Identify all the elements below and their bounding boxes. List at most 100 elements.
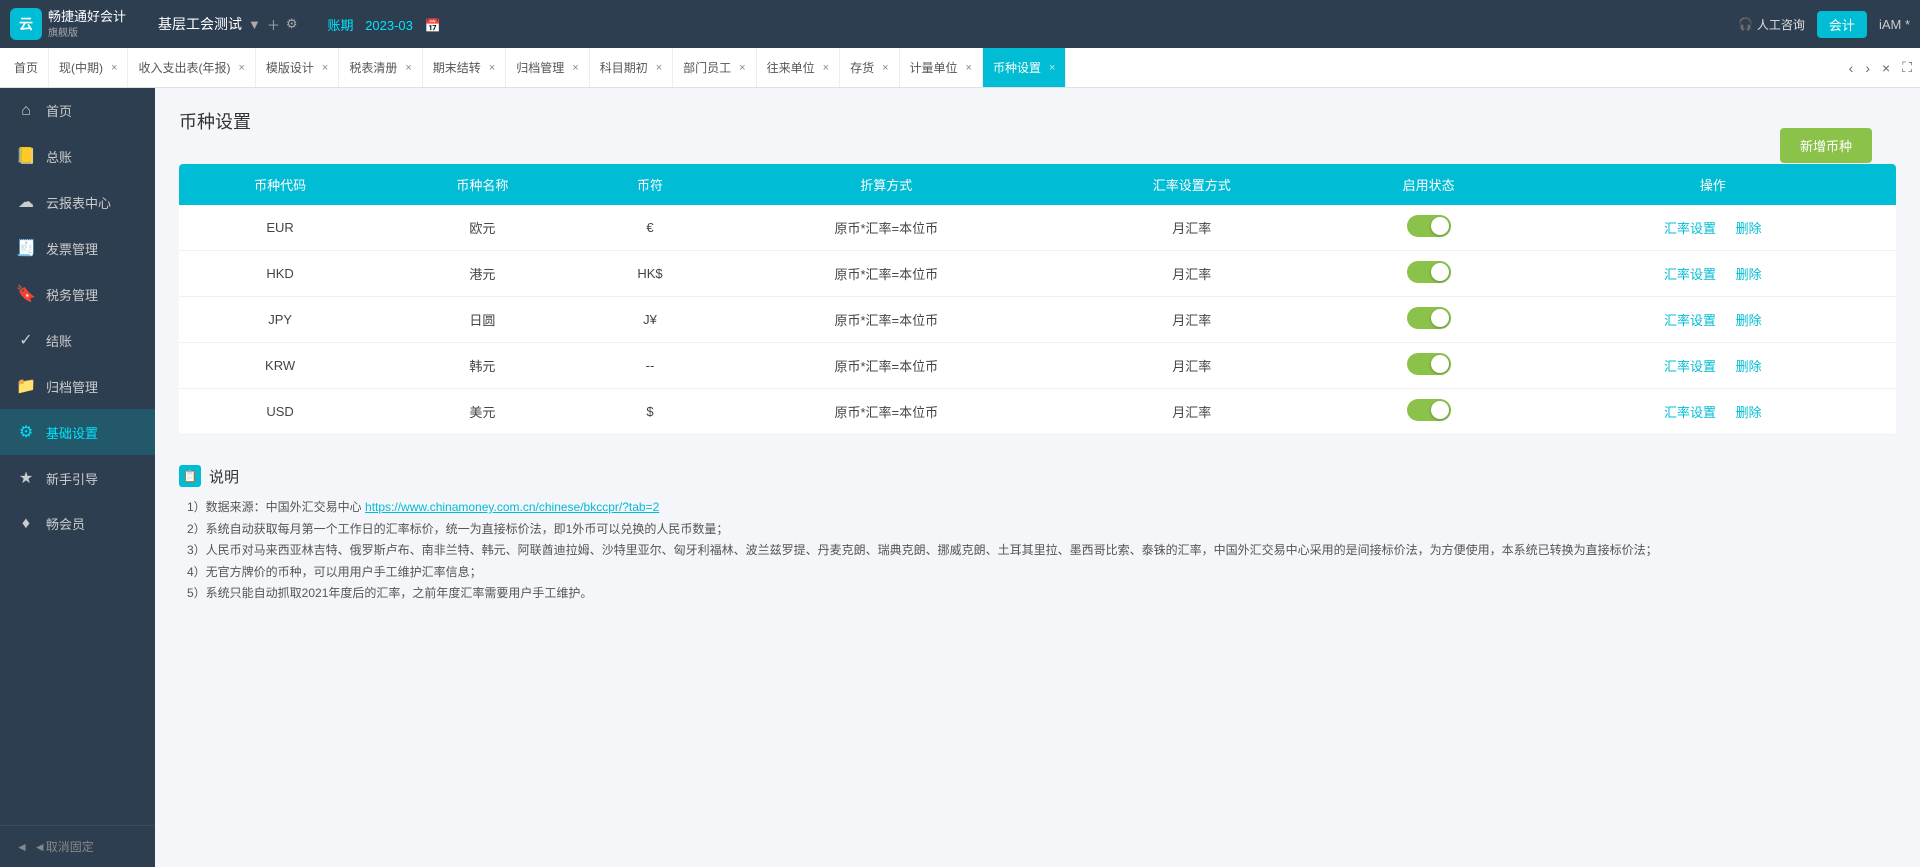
toggle-track	[1407, 215, 1451, 237]
tab-close-icon[interactable]: ×	[739, 62, 745, 74]
sidebar-item-home[interactable]: ⌂ 首页	[0, 88, 155, 133]
table-row: JPY 日圆 J¥ 原币*汇率=本位币 月汇率 汇率设置 删除	[179, 297, 1896, 343]
tab-currency[interactable]: 币种设置 ×	[983, 48, 1066, 87]
status-toggle[interactable]	[1407, 353, 1451, 375]
calendar-icon[interactable]: 📅	[425, 18, 441, 33]
delete-link[interactable]: 删除	[1736, 313, 1762, 328]
rate-settings-link[interactable]: 汇率设置	[1664, 405, 1716, 420]
cell-calc: 原币*汇率=本位币	[716, 205, 1056, 251]
tab-label: 计量单位	[910, 59, 958, 76]
cell-actions: 汇率设置 删除	[1530, 251, 1896, 297]
cell-rate-type: 月汇率	[1056, 297, 1327, 343]
delete-link[interactable]: 删除	[1736, 221, 1762, 236]
delete-link[interactable]: 删除	[1736, 359, 1762, 374]
tab-prev-button[interactable]: ‹	[1845, 58, 1858, 78]
rate-settings-link[interactable]: 汇率设置	[1664, 221, 1716, 236]
tab-unit[interactable]: 计量单位 ×	[900, 48, 983, 87]
tab-close-icon[interactable]: ×	[656, 62, 662, 74]
sidebar: ⌂ 首页 📒 总账 ☁ 云报表中心 🧾 发票管理 🔖 税务管理 ✓ 结账 📁 归…	[0, 88, 155, 867]
sidebar-item-label: 结账	[46, 331, 72, 350]
tab-tax-book[interactable]: 税表清册 ×	[339, 48, 422, 87]
tab-label: 模版设计	[266, 59, 314, 76]
status-toggle[interactable]	[1407, 261, 1451, 283]
tab-close-icon[interactable]: ×	[489, 62, 495, 74]
tab-close-icon[interactable]: ×	[1049, 62, 1055, 74]
sidebar-item-label: 发票管理	[46, 239, 98, 258]
sidebar-item-member[interactable]: ♦ 畅会员	[0, 501, 155, 546]
rate-settings-link[interactable]: 汇率设置	[1664, 313, 1716, 328]
tab-template-design[interactable]: 模版设计 ×	[256, 48, 339, 87]
sidebar-item-label: 云报表中心	[46, 193, 111, 212]
status-toggle[interactable]	[1407, 307, 1451, 329]
toggle-thumb	[1431, 309, 1449, 327]
col-calc: 折算方式	[716, 164, 1056, 205]
rate-settings-link[interactable]: 汇率设置	[1664, 267, 1716, 282]
cell-name: 美元	[381, 389, 583, 435]
cell-symbol: J¥	[583, 297, 716, 343]
tab-close-icon[interactable]: ×	[322, 62, 328, 74]
sidebar-item-invoice[interactable]: 🧾 发票管理	[0, 225, 155, 271]
tab-close-all-button[interactable]: ×	[1878, 58, 1894, 78]
checkout-icon: ✓	[16, 330, 36, 350]
notes-header: 📋 说明	[179, 465, 1896, 487]
project-name: 基层工会测试	[158, 14, 242, 34]
sidebar-pin-toggle[interactable]: ◄ ◄取消固定	[0, 825, 155, 867]
project-dropdown-icon[interactable]: ▼	[248, 17, 261, 32]
sidebar-item-tax[interactable]: 🔖 税务管理	[0, 271, 155, 317]
toggle-track	[1407, 353, 1451, 375]
tab-subject-init[interactable]: 科目期初 ×	[590, 48, 673, 87]
help-button[interactable]: 🎧 人工咨询	[1738, 16, 1805, 33]
tab-period-close[interactable]: 期末结转 ×	[423, 48, 506, 87]
tab-close-icon[interactable]: ×	[405, 62, 411, 74]
tab-maximize-button[interactable]: ⛶	[1898, 57, 1916, 78]
tab-close-icon[interactable]: ×	[882, 62, 888, 74]
notes-list: 1）数据来源：中国外汇交易中心 https://www.chinamoney.c…	[179, 497, 1896, 605]
new-currency-button[interactable]: 新增币种	[1780, 128, 1872, 163]
sidebar-item-archive[interactable]: 📁 归档管理	[0, 363, 155, 409]
archive-icon: 📁	[16, 376, 36, 396]
sidebar-item-ledger[interactable]: 📒 总账	[0, 133, 155, 179]
notes-link[interactable]: https://www.chinamoney.com.cn/chinese/bk…	[365, 500, 659, 514]
tab-label: 币种设置	[993, 59, 1041, 76]
tab-home[interactable]: 首页	[4, 48, 49, 87]
notes-section: 📋 说明 1）数据来源：中国外汇交易中心 https://www.chinamo…	[179, 465, 1896, 605]
tab-close-icon[interactable]: ×	[238, 62, 244, 74]
tab-next-button[interactable]: ›	[1861, 58, 1874, 78]
tab-close-icon[interactable]: ×	[572, 62, 578, 74]
tab-close-icon[interactable]: ×	[111, 62, 117, 74]
cell-symbol: --	[583, 343, 716, 389]
top-bar: 云 畅捷通好会计 旗舰版 基层工会测试 ▼ ＋ ⚙ 账期 2023-03 📅 🎧…	[0, 0, 1920, 48]
cell-symbol: HK$	[583, 251, 716, 297]
tab-label: 部门员工	[683, 59, 731, 76]
cell-actions: 汇率设置 删除	[1530, 205, 1896, 251]
status-toggle[interactable]	[1407, 215, 1451, 237]
tab-inventory[interactable]: 存货 ×	[840, 48, 899, 87]
sidebar-item-guide[interactable]: ★ 新手引导	[0, 455, 155, 501]
tab-dept-staff[interactable]: 部门员工 ×	[673, 48, 756, 87]
tab-close-icon[interactable]: ×	[823, 62, 829, 74]
settings-icon[interactable]: ⚙	[286, 16, 298, 32]
cell-calc: 原币*汇率=本位币	[716, 343, 1056, 389]
tab-contacts[interactable]: 往来单位 ×	[757, 48, 840, 87]
settings-icon: ⚙	[16, 422, 36, 442]
tab-close-icon[interactable]: ×	[966, 62, 972, 74]
sidebar-item-checkout[interactable]: ✓ 结账	[0, 317, 155, 363]
cell-actions: 汇率设置 删除	[1530, 297, 1896, 343]
cell-calc: 原币*汇率=本位币	[716, 297, 1056, 343]
sidebar-item-settings[interactable]: ⚙ 基础设置	[0, 409, 155, 455]
account-button[interactable]: 会计	[1817, 11, 1867, 38]
status-toggle[interactable]	[1407, 399, 1451, 421]
sidebar-item-label: 基础设置	[46, 423, 98, 442]
delete-link[interactable]: 删除	[1736, 405, 1762, 420]
delete-link[interactable]: 删除	[1736, 267, 1762, 282]
tab-income-report[interactable]: 收入支出表(年报) ×	[128, 48, 255, 87]
cell-status	[1327, 343, 1529, 389]
rate-settings-link[interactable]: 汇率设置	[1664, 359, 1716, 374]
sidebar-item-label: 首页	[46, 101, 72, 120]
tab-archive[interactable]: 归档管理 ×	[506, 48, 589, 87]
add-project-icon[interactable]: ＋	[267, 15, 280, 34]
notes-list-item: 3）人民币对马来西亚林吉特、俄罗斯卢布、南非兰特、韩元、阿联酋迪拉姆、沙特里亚尔…	[187, 540, 1896, 562]
sidebar-item-reports[interactable]: ☁ 云报表中心	[0, 179, 155, 225]
tab-current-period[interactable]: 现(中期) ×	[49, 48, 128, 87]
sidebar-item-label: 归档管理	[46, 377, 98, 396]
